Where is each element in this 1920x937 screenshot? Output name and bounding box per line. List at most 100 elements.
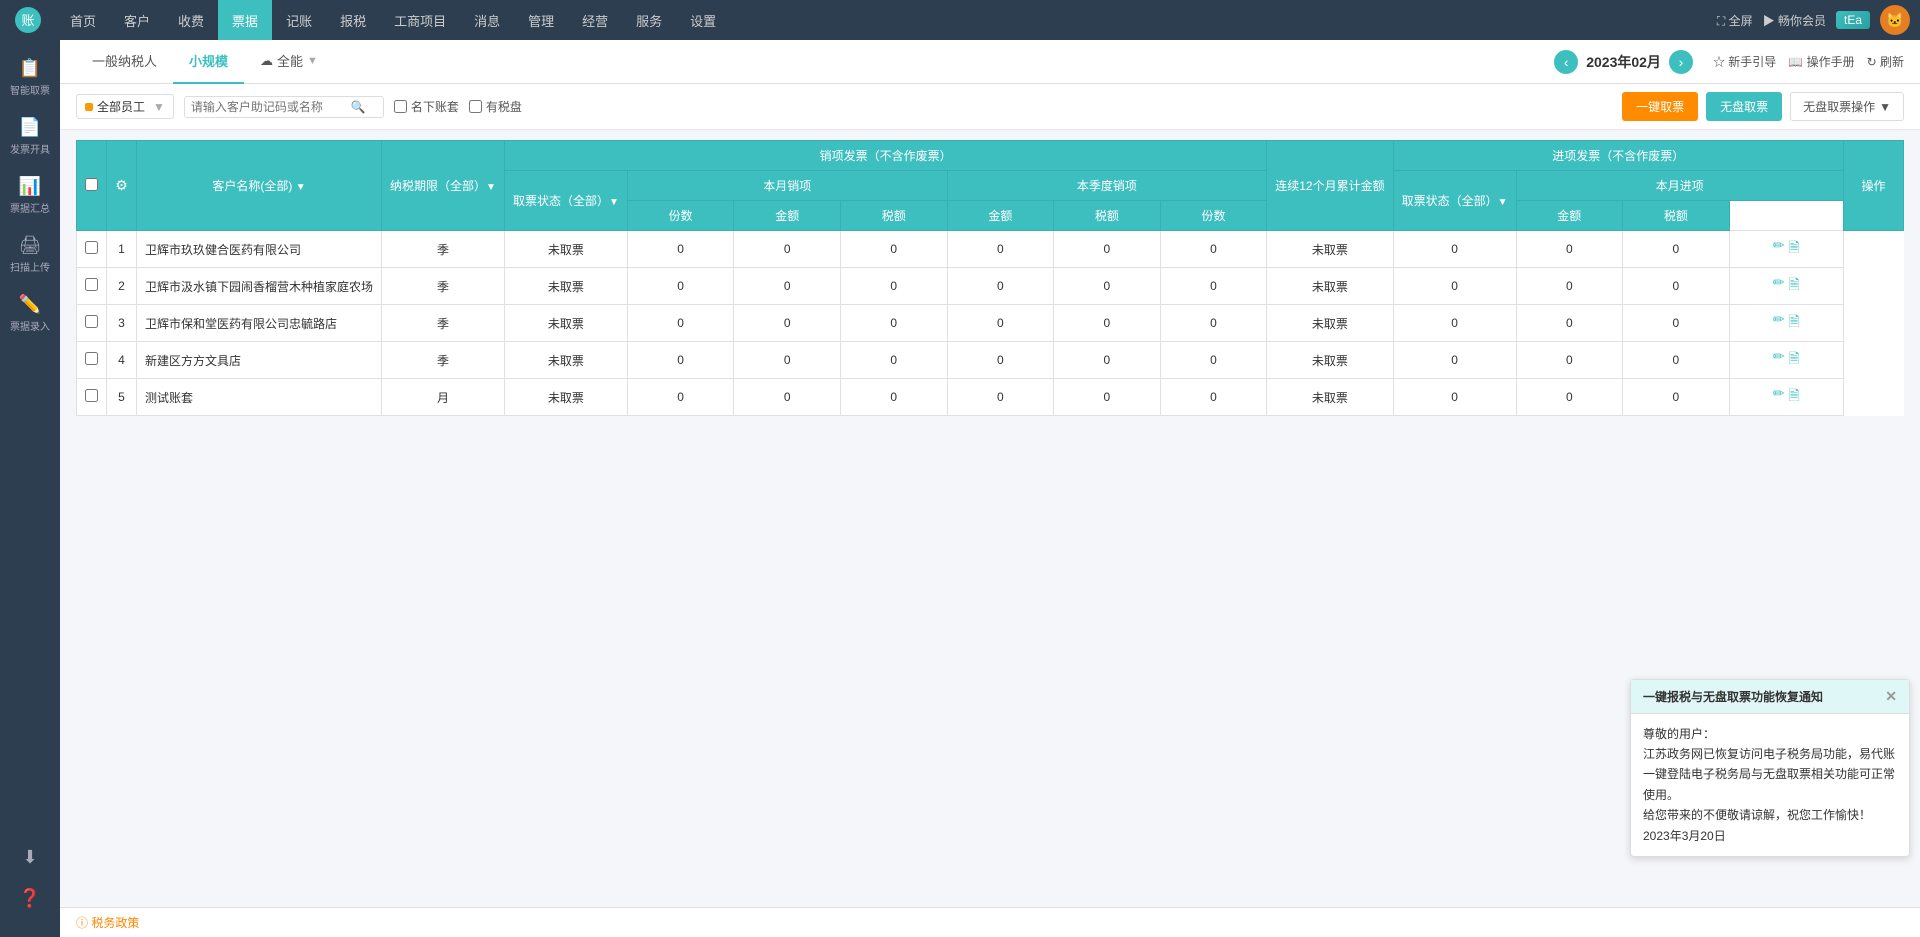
summary-icon: 📊 (19, 176, 41, 197)
view-icon-3[interactable]: 🗎 (1789, 348, 1800, 372)
view-icon-1[interactable]: 🗎 (1789, 274, 1800, 298)
employee-dot (85, 103, 93, 111)
tax-policy-link[interactable]: ⓘ 税务政策 (76, 914, 139, 931)
top-actions: ☆ 新手引导 📖 操作手册 ↻ 刷新 (1713, 53, 1904, 70)
nav-item-首页[interactable]: 首页 (56, 0, 110, 40)
row-purchase-status-2: 未取票 (1267, 305, 1393, 342)
row-name-3: 新建区方方文具店 (137, 342, 382, 379)
edit-icon-2[interactable]: ✏ (1773, 311, 1785, 335)
logo[interactable]: 账 (10, 2, 46, 38)
sidebar-bottom: ⬇ ❓ (3, 839, 57, 927)
search-icon[interactable]: 🔍 (351, 100, 366, 114)
row-sales-status-4: 未取票 (504, 379, 627, 416)
row-cumulative-link-4[interactable]: 0 (1210, 390, 1217, 404)
checkbox-taxpad[interactable]: 有税盘 (469, 98, 522, 115)
row-sales-status-2: 未取票 (504, 305, 627, 342)
row-name-0: 卫辉市玖玖健合医药有限公司 (137, 231, 382, 268)
nav-item-票据[interactable]: 票据 (218, 0, 272, 40)
one-click-ticket-btn[interactable]: 一键取票 (1622, 92, 1698, 121)
nav-item-管理[interactable]: 管理 (514, 0, 568, 40)
search-input[interactable] (191, 100, 351, 114)
manual-btn[interactable]: 📖 操作手册 (1788, 53, 1854, 70)
settings-icon[interactable]: ⚙ (115, 177, 128, 193)
row-quarterly-link-3[interactable]: 0 (997, 353, 1004, 367)
diskless-ticket-btn[interactable]: 无盘取票 (1706, 92, 1782, 121)
sidebar-item-smart-ticket[interactable]: 📋 智能取票 (3, 50, 57, 105)
row-checkbox-2 (77, 305, 107, 342)
nav-item-设置[interactable]: 设置 (676, 0, 730, 40)
nav-item-经营[interactable]: 经营 (568, 0, 622, 40)
notif-header: 一键报税与无盘取票功能恢复通知 ✕ (1631, 680, 1909, 714)
nav-items: 首页客户收费票据记账报税工商项目消息管理经营服务设置 (56, 0, 1717, 40)
checkbox-taxpad-input[interactable] (469, 100, 482, 113)
edit-icon-4[interactable]: ✏ (1773, 385, 1785, 409)
row-period-3: 季 (382, 342, 505, 379)
row-cb-3[interactable] (85, 352, 98, 365)
row-monthly-sales-count-1: 0 (627, 268, 734, 305)
guide-btn[interactable]: ☆ 新手引导 (1713, 53, 1776, 70)
cloud-icon: ☁ (260, 53, 273, 69)
diskless-operation-btn[interactable]: 无盘取票操作 ▼ (1790, 92, 1904, 121)
member-btn[interactable]: ▶ 畅你会员 (1763, 12, 1826, 29)
tab-all[interactable]: ☁ 全能 ▼ (244, 40, 334, 84)
row-cumulative-link-2[interactable]: 0 (1210, 316, 1217, 330)
th-purchase-group: 进项发票（不含作废票） (1393, 141, 1843, 171)
dropdown-arrow-icon: ▼ (1879, 100, 1891, 114)
row-cumulative-link-1[interactable]: 0 (1210, 279, 1217, 293)
row-cb-2[interactable] (85, 315, 98, 328)
notif-close-btn[interactable]: ✕ (1885, 688, 1897, 705)
sidebar-item-entry[interactable]: ✏️ 票据录入 (3, 286, 57, 341)
row-cumulative-3: 0 (1160, 342, 1267, 379)
th-client-name: 客户名称(全部) ▼ (137, 141, 382, 231)
nav-item-记账[interactable]: 记账 (272, 0, 326, 40)
tab-general-taxpayer[interactable]: 一般纳税人 (76, 40, 173, 84)
checkbox-account[interactable]: 名下账套 (394, 98, 459, 115)
row-cumulative-link-0[interactable]: 0 (1210, 242, 1217, 256)
th-tax-period: 纳税期限（全部）▼ (382, 141, 505, 231)
row-quarterly-link-1[interactable]: 0 (997, 279, 1004, 293)
select-all-checkbox[interactable] (85, 178, 98, 191)
nav-item-工商项目[interactable]: 工商项目 (380, 0, 460, 40)
main-table: ⚙ 客户名称(全部) ▼ 纳税期限（全部）▼ 销项发票（不含作废票） 连续12个 (76, 140, 1904, 416)
tab-small-scale[interactable]: 小规模 (173, 40, 244, 84)
th-quarterly-sales-tax: 税额 (1054, 201, 1161, 231)
row-cb-4[interactable] (85, 389, 98, 402)
row-cb-0[interactable] (85, 241, 98, 254)
row-monthly-sales-count-3: 0 (627, 342, 734, 379)
sidebar-item-summary[interactable]: 📊 票据汇总 (3, 168, 57, 223)
nav-item-消息[interactable]: 消息 (460, 0, 514, 40)
nav-item-客户[interactable]: 客户 (110, 0, 164, 40)
avatar[interactable]: 🐱 (1880, 5, 1910, 35)
row-monthly-purchase-count-2: 0 (1393, 305, 1516, 342)
view-icon-4[interactable]: 🗎 (1789, 385, 1800, 409)
table-row: 1 卫辉市玖玖健合医药有限公司 季 未取票 0 0 0 0 0 0 未取票 0 … (77, 231, 1904, 268)
row-quarterly-sales-tax-4: 0 (1054, 379, 1161, 416)
refresh-btn[interactable]: ↻ 刷新 (1867, 53, 1904, 70)
edit-icon-3[interactable]: ✏ (1773, 348, 1785, 372)
sidebar-item-scan[interactable]: 🖨 扫描上传 (3, 227, 57, 282)
row-cb-1[interactable] (85, 278, 98, 291)
sidebar-item-invoice[interactable]: 📄 发票开具 (3, 109, 57, 164)
period-prev-btn[interactable]: ‹ (1554, 50, 1578, 74)
row-quarterly-link-4[interactable]: 0 (997, 390, 1004, 404)
edit-icon-1[interactable]: ✏ (1773, 274, 1785, 298)
row-cumulative-link-3[interactable]: 0 (1210, 353, 1217, 367)
fullscreen-btn[interactable]: ⛶ 全屏 (1717, 12, 1753, 29)
row-quarterly-link-2[interactable]: 0 (997, 316, 1004, 330)
row-actions-4: ✏ 🗎 (1729, 379, 1843, 416)
nav-item-服务[interactable]: 服务 (622, 0, 676, 40)
row-quarterly-link-0[interactable]: 0 (997, 242, 1004, 256)
employee-select[interactable]: 全部员工 ▼ (76, 94, 174, 119)
row-checkbox-3 (77, 342, 107, 379)
th-operations: 操作 (1844, 141, 1904, 231)
nav-item-报税[interactable]: 报税 (326, 0, 380, 40)
sidebar-item-download[interactable]: ⬇ (3, 839, 57, 876)
sidebar-item-help[interactable]: ❓ (3, 880, 57, 917)
view-icon-0[interactable]: 🗎 (1789, 237, 1800, 261)
nav-item-收费[interactable]: 收费 (164, 0, 218, 40)
period-next-btn[interactable]: › (1669, 50, 1693, 74)
tea-badge[interactable]: tEa (1836, 11, 1870, 29)
view-icon-2[interactable]: 🗎 (1789, 311, 1800, 335)
edit-icon-0[interactable]: ✏ (1773, 237, 1785, 261)
checkbox-account-input[interactable] (394, 100, 407, 113)
